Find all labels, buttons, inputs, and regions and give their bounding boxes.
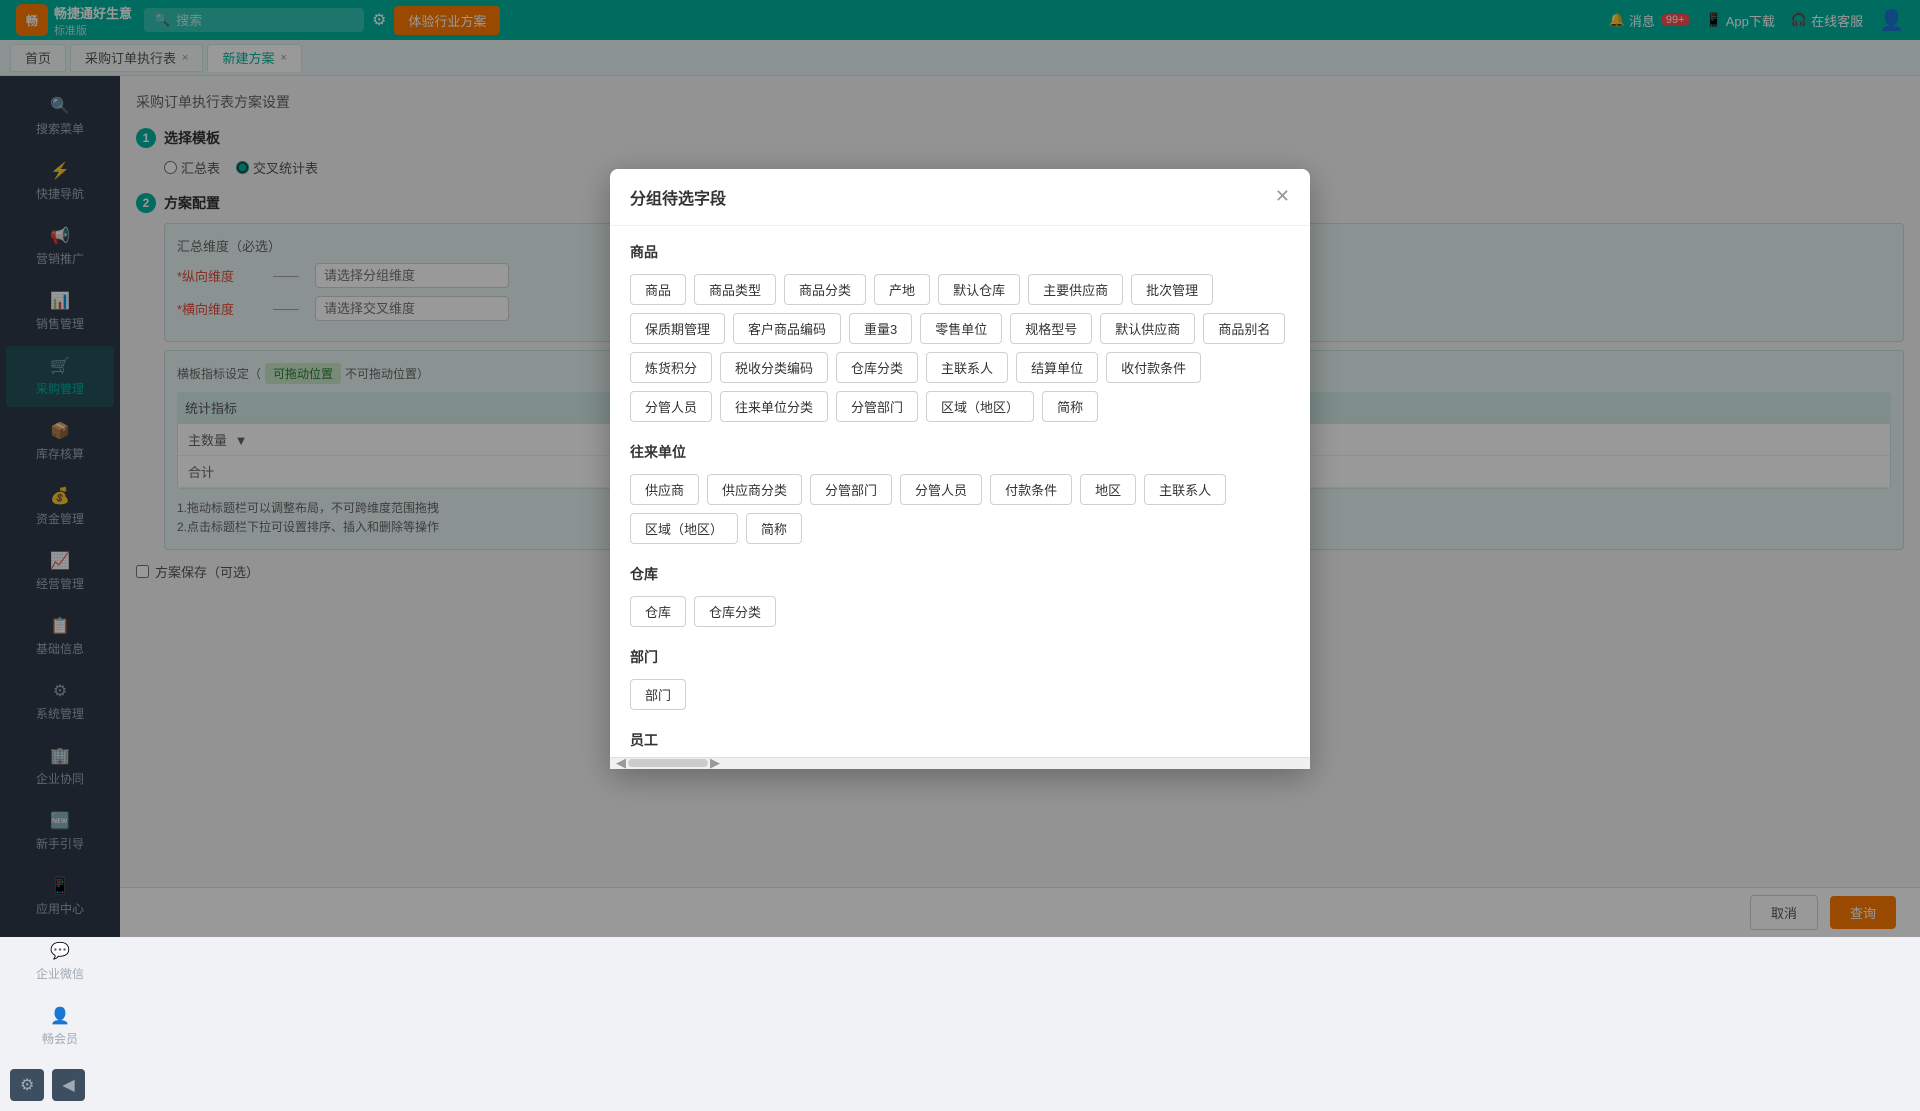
tag-region2[interactable]: 地区: [1080, 474, 1136, 505]
modal-dialog: 分组待选字段 ✕ 商品 商品 商品类型 商品分类 产地 默认仓库 主要供应商 批…: [610, 169, 1310, 769]
field-group-product: 商品 商品 商品类型 商品分类 产地 默认仓库 主要供应商 批次管理 保质期管理…: [630, 242, 1290, 422]
tag-supplier-category[interactable]: 供应商分类: [707, 474, 802, 505]
sidebar-item-label: 畅会员: [42, 1030, 78, 1047]
tag-weight3[interactable]: 重量3: [849, 313, 912, 344]
tag-default-supplier[interactable]: 默认供应商: [1100, 313, 1195, 344]
sidebar-bottom: ⚙ ◀: [0, 1059, 120, 1111]
tag-shelf-life[interactable]: 保质期管理: [630, 313, 725, 344]
field-group-counterpart: 往来单位 供应商 供应商分类 分管部门 分管人员 付款条件 地区 主联系人 区域…: [630, 442, 1290, 544]
modal-body: 商品 商品 商品类型 商品分类 产地 默认仓库 主要供应商 批次管理 保质期管理…: [610, 226, 1310, 757]
tag-short-name[interactable]: 简称: [1042, 391, 1098, 422]
tag-short-name2[interactable]: 简称: [746, 513, 802, 544]
tag-refine-points[interactable]: 炼货积分: [630, 352, 712, 383]
tag-product-category[interactable]: 商品分类: [784, 274, 866, 305]
tag-region-area[interactable]: 区域（地区）: [630, 513, 738, 544]
tag-default-warehouse[interactable]: 默认仓库: [938, 274, 1020, 305]
collapse-btn[interactable]: ◀: [52, 1069, 84, 1101]
tag-department[interactable]: 部门: [630, 679, 686, 710]
tag-batch-mgmt[interactable]: 批次管理: [1131, 274, 1213, 305]
tag-tax-code[interactable]: 税收分类编码: [720, 352, 828, 383]
group-title-dept: 部门: [630, 647, 1290, 667]
counterpart-tags: 供应商 供应商分类 分管部门 分管人员 付款条件 地区 主联系人 区域（地区） …: [630, 474, 1290, 544]
tag-supplier[interactable]: 供应商: [630, 474, 699, 505]
tag-dept[interactable]: 分管部门: [836, 391, 918, 422]
tag-settlement-unit[interactable]: 结算单位: [1016, 352, 1098, 383]
sidebar-item-member[interactable]: 👤 畅会员: [6, 996, 114, 1057]
tag-main-contact2[interactable]: 主联系人: [1144, 474, 1226, 505]
tag-origin[interactable]: 产地: [874, 274, 930, 305]
tag-supervisor2[interactable]: 分管人员: [900, 474, 982, 505]
modal-close-btn[interactable]: ✕: [1275, 186, 1290, 207]
modal-header: 分组待选字段 ✕: [610, 169, 1310, 226]
tag-payment-condition[interactable]: 付款条件: [990, 474, 1072, 505]
tag-supervisor[interactable]: 分管人员: [630, 391, 712, 422]
tag-customer-code[interactable]: 客户商品编码: [733, 313, 841, 344]
tag-payment-terms[interactable]: 收付款条件: [1106, 352, 1201, 383]
scroll-left-arrow[interactable]: ◀: [614, 756, 628, 770]
tag-region[interactable]: 区域（地区）: [926, 391, 1034, 422]
tag-dept2[interactable]: 分管部门: [810, 474, 892, 505]
tag-warehouse-category2[interactable]: 仓库分类: [694, 596, 776, 627]
dept-tags: 部门: [630, 679, 1290, 710]
tag-product-type[interactable]: 商品类型: [694, 274, 776, 305]
scroll-thumb[interactable]: [628, 759, 708, 767]
modal-overlay[interactable]: 分组待选字段 ✕ 商品 商品 商品类型 商品分类 产地 默认仓库 主要供应商 批…: [0, 0, 1920, 937]
warehouse-tags: 仓库 仓库分类: [630, 596, 1290, 627]
field-group-employee: 员工 业务员: [630, 730, 1290, 757]
modal-h-scrollbar[interactable]: ◀ ▶: [610, 757, 1310, 769]
settings-bottom-btn[interactable]: ⚙: [10, 1069, 44, 1101]
field-group-warehouse: 仓库 仓库 仓库分类: [630, 564, 1290, 627]
tag-main-contact[interactable]: 主联系人: [926, 352, 1008, 383]
tag-product[interactable]: 商品: [630, 274, 686, 305]
tag-warehouse-category[interactable]: 仓库分类: [836, 352, 918, 383]
tag-warehouse[interactable]: 仓库: [630, 596, 686, 627]
product-tags: 商品 商品类型 商品分类 产地 默认仓库 主要供应商 批次管理 保质期管理 客户…: [630, 274, 1290, 422]
group-title-product: 商品: [630, 242, 1290, 262]
tag-main-supplier[interactable]: 主要供应商: [1028, 274, 1123, 305]
modal-title: 分组待选字段: [630, 185, 726, 209]
tag-spec-model[interactable]: 规格型号: [1010, 313, 1092, 344]
tag-product-alias[interactable]: 商品别名: [1203, 313, 1285, 344]
member-icon: 👤: [50, 1006, 70, 1026]
wechat-icon: 💬: [50, 941, 70, 961]
scroll-right-arrow[interactable]: ▶: [708, 756, 722, 770]
group-title-warehouse: 仓库: [630, 564, 1290, 584]
group-title-counterpart: 往来单位: [630, 442, 1290, 462]
tag-counterpart-category[interactable]: 往来单位分类: [720, 391, 828, 422]
sidebar-item-label: 企业微信: [36, 965, 84, 982]
field-group-dept: 部门 部门: [630, 647, 1290, 710]
sidebar-item-wechat[interactable]: 💬 企业微信: [6, 931, 114, 992]
group-title-employee: 员工: [630, 730, 1290, 750]
tag-retail-unit[interactable]: 零售单位: [920, 313, 1002, 344]
